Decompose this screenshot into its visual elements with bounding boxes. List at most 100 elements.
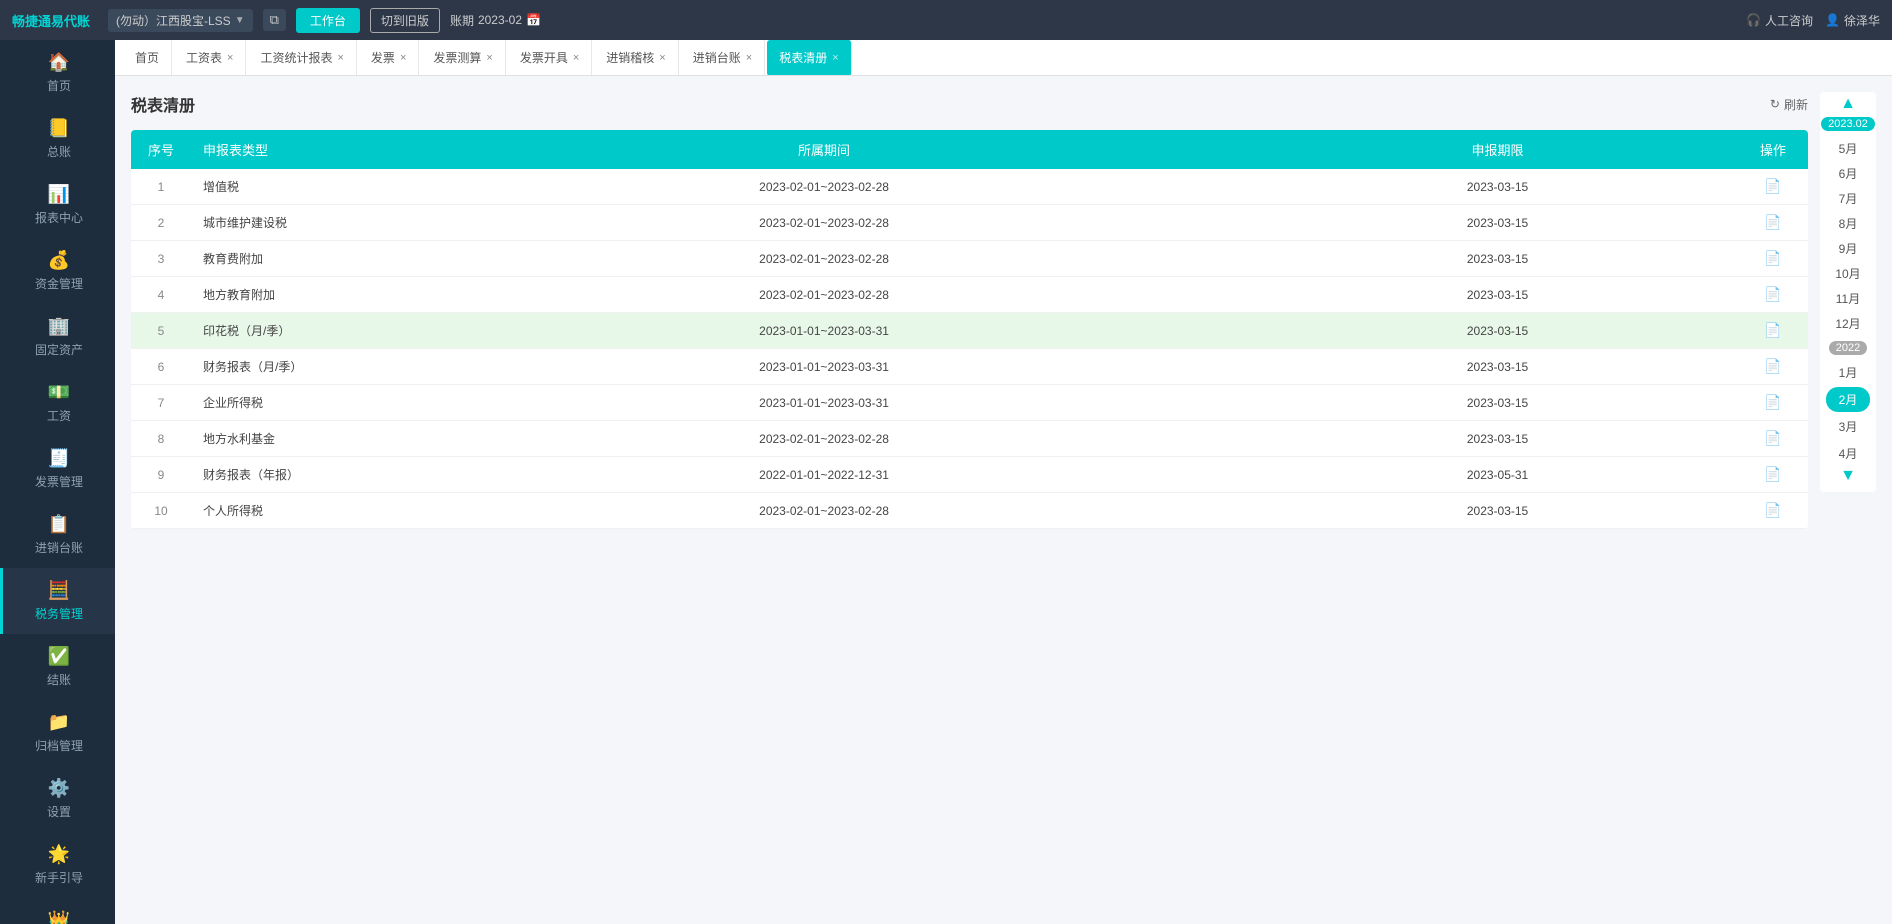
cal-month-sep-prev[interactable]: 9月 xyxy=(1820,236,1876,261)
cell-deadline: 2023-03-15 xyxy=(1257,205,1738,241)
sidebar-item-jinxiao[interactable]: 📋 进销台账 xyxy=(0,502,115,568)
tab-tax-list-close[interactable]: × xyxy=(832,52,838,64)
sidebar-item-tax[interactable]: 🧮 税务管理 xyxy=(0,568,115,634)
calendar-down-btn[interactable]: ▼ xyxy=(1840,468,1856,484)
action-icon-doc[interactable]: 📄 xyxy=(1764,286,1781,302)
cell-period: 2023-01-01~2023-03-31 xyxy=(391,313,1257,349)
cal-month-jul-prev[interactable]: 7月 xyxy=(1820,186,1876,211)
sidebar-item-settings[interactable]: ⚙️ 设置 xyxy=(0,766,115,832)
sidebar-item-jiesuan[interactable]: ✅ 结账 xyxy=(0,634,115,700)
action-icon-doc[interactable]: 📄 xyxy=(1764,430,1781,446)
username-label: 徐泽华 xyxy=(1844,12,1880,29)
cell-type: 教育费附加 xyxy=(191,241,391,277)
sidebar-item-invoice[interactable]: 🧾 发票管理 xyxy=(0,436,115,502)
tab-invoice-close[interactable]: × xyxy=(400,52,406,64)
cell-no: 7 xyxy=(131,385,191,421)
tab-invoice[interactable]: 发票 × xyxy=(359,40,419,76)
cell-type: 印花税（月/季） xyxy=(191,313,391,349)
switch-old-button[interactable]: 切到旧版 xyxy=(370,8,440,33)
ai-consult-btn[interactable]: 🎧 人工咨询 xyxy=(1746,12,1813,29)
cal-month-jan[interactable]: 1月 xyxy=(1820,360,1876,385)
sidebar-label-tax: 税务管理 xyxy=(35,605,83,622)
sidebar-label-invoice: 发票管理 xyxy=(35,473,83,490)
tab-invoice-issue-label: 发票开具 xyxy=(520,49,568,66)
tax-icon: 🧮 xyxy=(48,580,70,601)
col-type: 申报表类型 xyxy=(191,130,391,169)
copy-icon-btn[interactable]: ⧉ xyxy=(263,9,286,31)
tab-salary-stat-close[interactable]: × xyxy=(337,52,343,64)
cell-deadline: 2023-05-31 xyxy=(1257,457,1738,493)
sidebar-item-home[interactable]: 🏠 首页 xyxy=(0,40,115,106)
action-icon-doc[interactable]: 📄 xyxy=(1764,250,1781,266)
cell-period: 2023-02-01~2023-02-28 xyxy=(391,241,1257,277)
tax-table: 序号 申报表类型 所属期间 申报期限 操作 1增值税2023-02-01~202… xyxy=(131,130,1808,529)
tab-jinxiao-audit[interactable]: 进销稽核 × xyxy=(594,40,678,76)
cal-month-may-prev[interactable]: 5月 xyxy=(1820,136,1876,161)
action-icon-doc[interactable]: 📄 xyxy=(1764,502,1781,518)
sidebar-label-jinxiao: 进销台账 xyxy=(35,539,83,556)
user-avatar-icon: 👤 xyxy=(1825,13,1840,27)
tab-home[interactable]: 首页 xyxy=(123,40,172,76)
table-row: 2城市维护建设税2023-02-01~2023-02-282023-03-15📄 xyxy=(131,205,1808,241)
top-bar: 畅捷通易代账 (勿动）江西股宝-LSS ▼ ⧉ 工作台 切到旧版 账期 2023… xyxy=(0,0,1892,40)
sidebar-label-archive: 归档管理 xyxy=(35,737,83,754)
sidebar-item-ledger[interactable]: 📒 总账 xyxy=(0,106,115,172)
cal-month-dec-prev[interactable]: 12月 xyxy=(1820,311,1876,336)
tab-salary-stat[interactable]: 工资统计报表 × xyxy=(248,40,356,76)
archive-icon: 📁 xyxy=(48,712,70,733)
sidebar-item-capital[interactable]: 💰 资金管理 xyxy=(0,238,115,304)
tab-invoice-calc-close[interactable]: × xyxy=(486,52,492,64)
year-2022-label: 2022 xyxy=(1829,341,1867,355)
tab-tax-list[interactable]: 税表清册 × xyxy=(767,40,851,76)
refresh-button[interactable]: ↻ 刷新 xyxy=(1770,96,1808,113)
cell-deadline: 2023-03-15 xyxy=(1257,349,1738,385)
action-icon-doc[interactable]: 📄 xyxy=(1764,466,1781,482)
cell-period: 2023-02-01~2023-02-28 xyxy=(391,493,1257,529)
action-icon-doc[interactable]: 📄 xyxy=(1764,394,1781,410)
tab-invoice-issue-close[interactable]: × xyxy=(573,52,579,64)
action-icon-doc[interactable]: 📄 xyxy=(1764,358,1781,374)
cell-no: 9 xyxy=(131,457,191,493)
tab-salary-close[interactable]: × xyxy=(227,52,233,64)
cal-month-nov-prev[interactable]: 11月 xyxy=(1820,286,1876,311)
home-icon: 🏠 xyxy=(48,52,70,73)
cal-month-apr[interactable]: 4月 xyxy=(1820,441,1876,466)
cell-no: 1 xyxy=(131,169,191,205)
cell-no: 6 xyxy=(131,349,191,385)
tab-invoice-issue[interactable]: 发票开具 × xyxy=(508,40,592,76)
action-icon-doc[interactable]: 📄 xyxy=(1764,322,1781,338)
sidebar-item-guide[interactable]: 🌟 新手引导 xyxy=(0,832,115,898)
table-row: 8地方水利基金2023-02-01~2023-02-282023-03-15📄 xyxy=(131,421,1808,457)
sidebar-item-archive[interactable]: 📁 归档管理 xyxy=(0,700,115,766)
table-body: 1增值税2023-02-01~2023-02-282023-03-15📄2城市维… xyxy=(131,169,1808,529)
cell-type: 个人所得税 xyxy=(191,493,391,529)
sidebar-item-assets[interactable]: 🏢 固定资产 xyxy=(0,304,115,370)
cal-month-jun-prev[interactable]: 6月 xyxy=(1820,161,1876,186)
action-icon-doc[interactable]: 📄 xyxy=(1764,178,1781,194)
calendar-up-btn[interactable]: ▲ xyxy=(1840,96,1856,112)
sidebar-item-salary[interactable]: 💵 工资 xyxy=(0,370,115,436)
cal-month-mar[interactable]: 3月 xyxy=(1820,414,1876,439)
company-name: (勿动）江西股宝-LSS xyxy=(116,12,231,29)
sidebar-item-member[interactable]: 👑 畅会员 xyxy=(0,898,115,924)
calendar-icon[interactable]: 📅 xyxy=(526,13,541,27)
tab-home-label: 首页 xyxy=(135,49,159,66)
cal-month-aug-prev[interactable]: 8月 xyxy=(1820,211,1876,236)
tab-jinxiao-ledger-close[interactable]: × xyxy=(746,52,752,64)
page-title: 税表清册 xyxy=(131,92,195,116)
tab-salary-table[interactable]: 工资表 × xyxy=(174,40,246,76)
tab-jinxiao-audit-close[interactable]: × xyxy=(659,52,665,64)
user-profile[interactable]: 👤 徐泽华 xyxy=(1825,12,1880,29)
sidebar-item-report[interactable]: 📊 报表中心 xyxy=(0,172,115,238)
cell-no: 3 xyxy=(131,241,191,277)
company-selector[interactable]: (勿动）江西股宝-LSS ▼ xyxy=(108,9,253,32)
tab-invoice-calc[interactable]: 发票测算 × xyxy=(421,40,505,76)
cal-month-oct-prev[interactable]: 10月 xyxy=(1820,261,1876,286)
refresh-icon: ↻ xyxy=(1770,97,1780,111)
top-bar-right: 🎧 人工咨询 👤 徐泽华 xyxy=(1746,12,1880,29)
period-label: 账期 xyxy=(450,12,474,29)
cal-month-feb-active[interactable]: 2月 xyxy=(1826,387,1870,412)
tab-jinxiao-ledger[interactable]: 进销台账 × xyxy=(681,40,765,76)
action-icon-doc[interactable]: 📄 xyxy=(1764,214,1781,230)
workbench-button[interactable]: 工作台 xyxy=(296,8,360,33)
